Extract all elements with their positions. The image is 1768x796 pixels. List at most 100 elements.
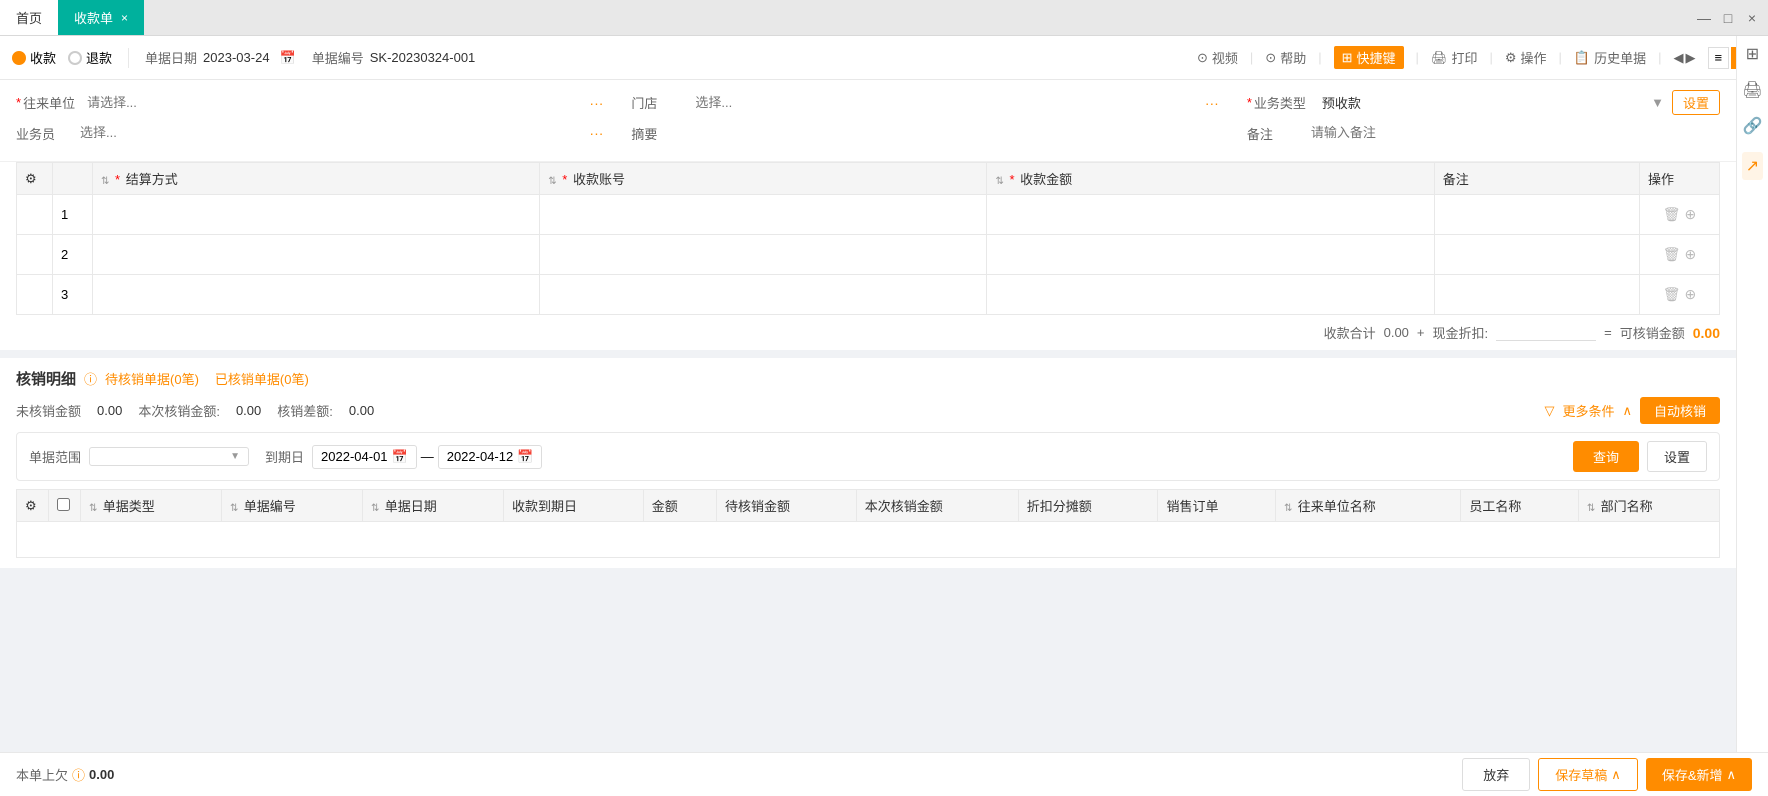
tab-receipt[interactable]: 收款单 × bbox=[58, 0, 144, 35]
row1-settings bbox=[17, 195, 53, 235]
footer-info-icon[interactable]: ⓘ bbox=[72, 765, 85, 784]
bt-amount-label: 金额 bbox=[652, 499, 678, 514]
bt-pending-label: 待核销金额 bbox=[725, 499, 790, 514]
staff-more-btn[interactable]: ··· bbox=[585, 125, 607, 141]
row3-settle[interactable] bbox=[93, 275, 540, 315]
row1-delete-btn[interactable]: 🗑 bbox=[1663, 206, 1681, 223]
row1-settle[interactable] bbox=[93, 195, 540, 235]
settings-icon[interactable]: ⚙ bbox=[25, 171, 37, 186]
row2-delete-btn[interactable]: 🗑 bbox=[1663, 246, 1681, 263]
biz-required: * bbox=[1247, 95, 1252, 110]
bt-sort5[interactable]: ⇅ bbox=[1587, 503, 1595, 514]
divider4: | bbox=[1416, 50, 1419, 65]
sort-icon2[interactable]: ⇅ bbox=[548, 176, 556, 187]
note-input[interactable] bbox=[1307, 123, 1720, 143]
calendar-start-icon[interactable]: 📅 bbox=[392, 449, 408, 465]
save-draft-btn[interactable]: 保存草稿 ∧ bbox=[1538, 758, 1638, 791]
sort-icon3[interactable]: ⇅ bbox=[995, 176, 1003, 187]
row1-note[interactable] bbox=[1434, 195, 1639, 235]
store-input[interactable] bbox=[691, 93, 1196, 113]
row1-account[interactable] bbox=[540, 195, 987, 235]
calendar-end-icon[interactable]: 📅 bbox=[517, 449, 533, 465]
sidebar-expand-icon[interactable]: ↗ bbox=[1742, 152, 1763, 180]
table-section: ⚙ ⇅ * 结算方式 ⇅ * 收款账号 ⇅ * bbox=[0, 162, 1736, 315]
list-view-btn[interactable]: ≡ bbox=[1708, 47, 1730, 69]
help-btn[interactable]: ⊙ 帮助 bbox=[1265, 48, 1306, 67]
biz-type-chevron[interactable]: ▼ bbox=[1651, 95, 1664, 110]
row2-settle[interactable] bbox=[93, 235, 540, 275]
row1-amount[interactable] bbox=[987, 195, 1434, 235]
divider2: | bbox=[1250, 50, 1253, 65]
staff-input[interactable] bbox=[76, 123, 581, 143]
bt-select-all[interactable] bbox=[57, 498, 70, 511]
discount-input[interactable] bbox=[1496, 325, 1596, 341]
auto-verif-btn[interactable]: 自动核销 bbox=[1640, 397, 1720, 424]
verif-info-icon[interactable]: ⓘ bbox=[84, 369, 97, 388]
summary-input[interactable] bbox=[691, 123, 1222, 143]
refund-radio[interactable]: 退款 bbox=[68, 48, 112, 67]
shortcut-btn[interactable]: ⊞ 快捷键 bbox=[1334, 46, 1404, 69]
done-tab[interactable]: 已核销单据(0笔) bbox=[215, 369, 309, 388]
col-note-label: 备注 bbox=[1443, 172, 1469, 187]
row3-copy-btn[interactable]: ⊕ bbox=[1685, 286, 1697, 303]
partner-more-btn[interactable]: ··· bbox=[585, 95, 607, 111]
bt-sort2[interactable]: ⇅ bbox=[230, 503, 238, 514]
row2-copy-btn[interactable]: ⊕ bbox=[1685, 246, 1697, 263]
settings-btn[interactable]: 设置 bbox=[1672, 90, 1720, 115]
pending-tab[interactable]: 待核销单据(0笔) bbox=[105, 369, 199, 388]
form-row-2: 业务员 ··· 摘要 备注 bbox=[16, 123, 1720, 143]
col-settings-header[interactable]: ⚙ bbox=[17, 163, 53, 195]
sidebar-table-icon[interactable]: ⊞ bbox=[1746, 44, 1759, 64]
operation-btn[interactable]: ⚙ 操作 bbox=[1505, 48, 1547, 67]
calendar-icon[interactable]: 📅 bbox=[280, 50, 296, 66]
bt-col-checkbox[interactable] bbox=[49, 490, 81, 522]
save-new-btn[interactable]: 保存&新增 ∧ bbox=[1646, 758, 1752, 791]
next-arrow[interactable]: ▶ bbox=[1686, 50, 1696, 66]
bt-sort1[interactable]: ⇅ bbox=[89, 503, 97, 514]
query-btn[interactable]: 查询 bbox=[1573, 441, 1639, 472]
sidebar-print-icon[interactable]: 🖨 bbox=[1742, 80, 1762, 100]
more-conditions[interactable]: 更多条件 bbox=[1562, 401, 1614, 420]
tab-close-icon[interactable]: × bbox=[121, 11, 128, 25]
date-start-input[interactable]: 2022-04-01 📅 bbox=[312, 445, 417, 469]
filter-setting-btn[interactable]: 设置 bbox=[1647, 441, 1707, 472]
receipt-radio[interactable]: 收款 bbox=[12, 48, 56, 67]
date-end-input[interactable]: 2022-04-12 📅 bbox=[438, 445, 543, 469]
abandon-btn[interactable]: 放弃 bbox=[1462, 758, 1530, 791]
row1-copy-btn[interactable]: ⊕ bbox=[1685, 206, 1697, 223]
minimize-button[interactable]: — bbox=[1696, 10, 1712, 26]
print-btn[interactable]: 🖨 打印 bbox=[1431, 48, 1478, 67]
bt-settings-icon[interactable]: ⚙ bbox=[25, 498, 37, 513]
tab-home-label: 首页 bbox=[16, 8, 42, 27]
video-btn[interactable]: ⊙ 视频 bbox=[1197, 48, 1238, 67]
bt-col-settings[interactable]: ⚙ bbox=[17, 490, 49, 522]
doc-date-value: 2023-03-24 bbox=[203, 50, 270, 65]
right-sidebar: ⊞ 🖨 🔗 ↗ bbox=[1736, 36, 1768, 752]
row3-note[interactable] bbox=[1434, 275, 1639, 315]
sort-icon[interactable]: ⇅ bbox=[101, 176, 109, 187]
row3-account[interactable] bbox=[540, 275, 987, 315]
diff-value: 0.00 bbox=[349, 403, 374, 418]
amount-req: * bbox=[1009, 172, 1014, 187]
range-select[interactable]: ▼ bbox=[89, 447, 249, 466]
row2-amount[interactable] bbox=[987, 235, 1434, 275]
bt-sort3[interactable]: ⇅ bbox=[371, 503, 379, 514]
footer-right: 放弃 保存草稿 ∧ 保存&新增 ∧ bbox=[1462, 758, 1752, 791]
row2-note[interactable] bbox=[1434, 235, 1639, 275]
section-divider bbox=[0, 350, 1768, 358]
close-button[interactable]: × bbox=[1744, 10, 1760, 26]
sidebar-link-icon[interactable]: 🔗 bbox=[1743, 116, 1763, 136]
tab-home[interactable]: 首页 bbox=[0, 0, 58, 35]
bt-sort4[interactable]: ⇅ bbox=[1284, 503, 1292, 514]
row3-amount[interactable] bbox=[987, 275, 1434, 315]
prev-arrow[interactable]: ◀ bbox=[1674, 50, 1684, 66]
store-more-btn[interactable]: ··· bbox=[1201, 95, 1223, 111]
help-icon: ⊙ bbox=[1265, 50, 1276, 66]
date-start-value: 2022-04-01 bbox=[321, 449, 388, 464]
maximize-button[interactable]: □ bbox=[1720, 10, 1736, 26]
partner-input[interactable] bbox=[83, 93, 581, 113]
row3-delete-btn[interactable]: 🗑 bbox=[1663, 286, 1681, 303]
row2-account[interactable] bbox=[540, 235, 987, 275]
history-btn[interactable]: 📋 历史单据 bbox=[1574, 48, 1646, 67]
filter-icon[interactable]: ▽ bbox=[1544, 403, 1554, 419]
